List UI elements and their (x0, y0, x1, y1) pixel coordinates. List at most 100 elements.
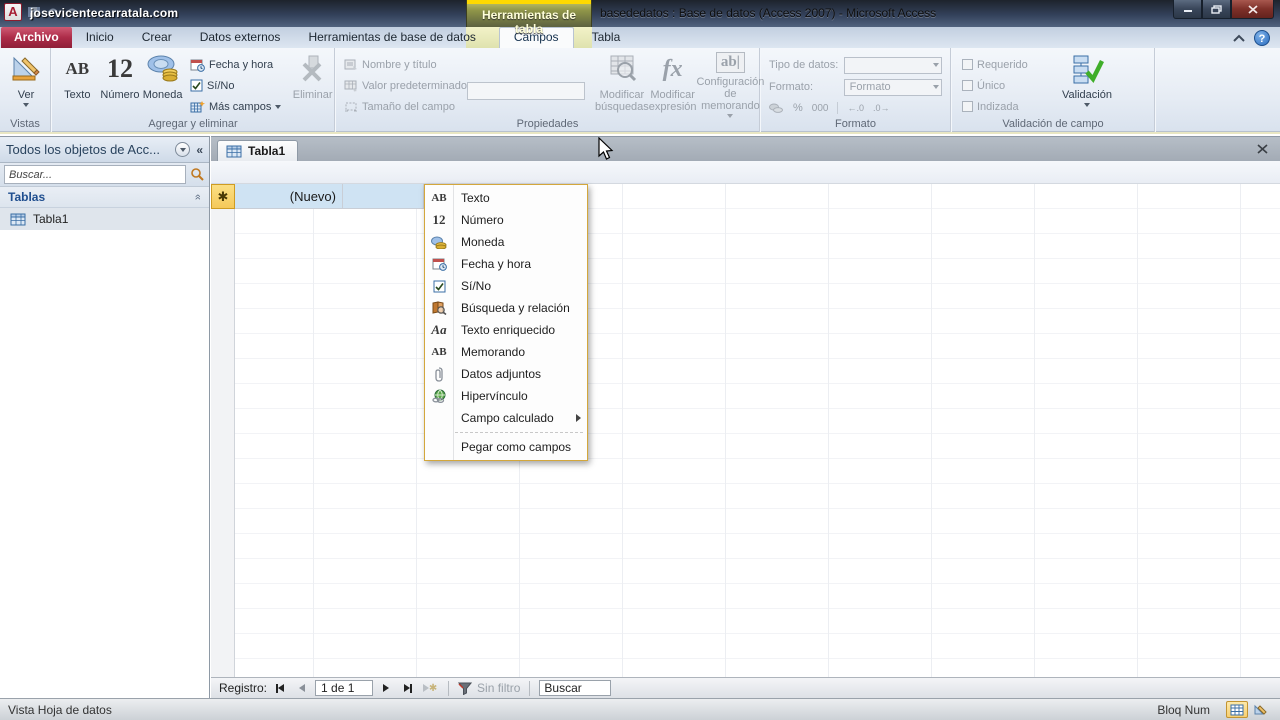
menu-item-datos-adjuntos[interactable]: Datos adjuntos (425, 363, 587, 385)
access-app-icon[interactable]: A (4, 3, 22, 21)
menu-item-texto[interactable]: AB Texto (425, 187, 587, 209)
formato-label: Formato: (769, 81, 814, 93)
checkbox-icon (962, 80, 973, 91)
chevron-up-icon[interactable]: » (192, 194, 204, 200)
validacion-label: Validación (1062, 89, 1112, 101)
previous-record-button[interactable] (293, 680, 311, 696)
menu-item-pegar-como-campos[interactable]: Pegar como campos (425, 436, 587, 458)
navigation-pane: Todos los objetos de Acc... « Tablas » T… (0, 136, 210, 698)
tamano-campo-button[interactable]: Tamaño del campo (344, 96, 467, 117)
increase-decimals-icon[interactable]: ←.0 (847, 103, 864, 113)
menu-item-numero[interactable]: 12 Número (425, 209, 587, 231)
collapse-ribbon-icon[interactable] (1232, 33, 1246, 43)
fecha-hora-button[interactable]: Fecha y hora (190, 54, 281, 75)
menu-item-texto-enriquecido[interactable]: Aa Texto enriquecido (425, 319, 587, 341)
decrease-decimals-icon[interactable]: .0→ (873, 103, 890, 113)
valor-predeterminado-button[interactable]: Valor predeterminado (344, 75, 467, 96)
requerido-checkbox[interactable]: Requerido (962, 54, 1054, 75)
next-record-button[interactable] (377, 680, 395, 696)
number-field-icon: 12 (432, 212, 446, 227)
close-button[interactable] (1231, 0, 1274, 19)
field-size-icon (345, 102, 357, 112)
menu-item-campo-calculado[interactable]: Campo calculado (425, 407, 587, 429)
chevron-down-icon (1084, 103, 1090, 107)
help-icon[interactable]: ? (1254, 30, 1270, 46)
divider (529, 680, 531, 696)
new-record-button[interactable]: ✱ (421, 680, 439, 696)
document-tab-tabla1[interactable]: Tabla1 (217, 140, 299, 161)
nav-search-bar (0, 163, 209, 187)
delete-icon (298, 52, 328, 86)
minimize-button[interactable] (1173, 0, 1202, 19)
nav-item-tabla1[interactable]: Tabla1 (0, 208, 209, 230)
datasheet-grid[interactable] (211, 184, 1280, 677)
group-label-agregar: Agregar y eliminar (148, 118, 238, 130)
contextual-tab-label: Herramientas de tabla (481, 8, 577, 36)
last-record-button[interactable] (399, 680, 417, 696)
navigation-pane-header[interactable]: Todos los objetos de Acc... « (0, 137, 209, 163)
validacion-button[interactable]: Validación (1054, 48, 1120, 114)
numero-label: Número (100, 89, 140, 101)
requerido-label: Requerido (977, 58, 1028, 71)
tab-crear[interactable]: Crear (128, 27, 186, 48)
title-bar: A josevicentecarratala.com Herramientas … (0, 0, 1280, 36)
submenu-arrow-icon (576, 414, 581, 422)
ribbon-tab-row: Archivo Inicio Crear Datos externos Herr… (0, 27, 1280, 48)
formato-combobox[interactable]: Formato (843, 78, 942, 96)
indizada-checkbox[interactable]: Indizada (962, 96, 1054, 117)
shutter-collapse-icon[interactable]: « (196, 143, 203, 157)
modificar-expresion-button[interactable]: fx Modificar expresión (649, 48, 697, 114)
unico-checkbox[interactable]: Único (962, 75, 1054, 96)
menu-item-busqueda-relacion[interactable]: Búsqueda y relación (425, 297, 587, 319)
menu-item-moneda[interactable]: Moneda (425, 231, 587, 253)
tab-inicio[interactable]: Inicio (72, 27, 128, 48)
menu-item-fecha-hora[interactable]: Fecha y hora (425, 253, 587, 275)
texto-button[interactable]: AB Texto (56, 48, 99, 114)
mouse-cursor (598, 137, 614, 160)
moneda-button[interactable]: Moneda (141, 48, 184, 114)
record-search-input[interactable] (539, 680, 612, 696)
tab-datos-externos[interactable]: Datos externos (186, 27, 295, 48)
modificar-busquedas-button[interactable]: Modificar búsquedas (595, 48, 649, 114)
search-icon[interactable] (190, 167, 205, 182)
si-no-button[interactable]: Sí/No (190, 75, 281, 96)
thousands-format-icon[interactable]: 000 (812, 103, 829, 114)
sin-filtro-label: Sin filtro (477, 681, 521, 695)
cell-id-new[interactable]: (Nuevo) (235, 184, 343, 209)
ver-label: Ver (17, 89, 35, 101)
menu-item-si-no[interactable]: Sí/No (425, 275, 587, 297)
tipo-datos-combobox[interactable] (843, 56, 942, 74)
registro-label: Registro: (219, 681, 268, 695)
ver-button[interactable]: Ver (0, 48, 52, 114)
document-tab-label: Tabla1 (248, 144, 286, 158)
restore-button[interactable] (1202, 0, 1231, 19)
document-close-icon[interactable] (1254, 141, 1270, 157)
ribbon: Ver Vistas AB Texto 12 Número Moneda Fec… (0, 48, 1280, 134)
record-position-box[interactable]: 1 de 1 (315, 680, 374, 696)
menu-item-memorando[interactable]: AB Memorando (425, 341, 587, 363)
eliminar-button[interactable]: Eliminar (291, 48, 334, 114)
design-view-button[interactable] (1250, 701, 1272, 718)
status-bar: Vista Hoja de datos Bloq Num (0, 698, 1280, 720)
mas-campos-button[interactable]: Más campos (190, 96, 282, 117)
currency-field-icon (425, 236, 453, 249)
contextual-tab-group: Herramientas de tabla (466, 0, 592, 36)
configuracion-memorando-button[interactable]: ab| Configuración de memorando (696, 48, 764, 118)
nombre-titulo-button[interactable]: Nombre y título (344, 54, 467, 75)
filter-toggle-button[interactable]: Sin filtro (458, 681, 520, 695)
nav-item-label: Tabla1 (33, 212, 69, 226)
first-record-button[interactable] (271, 680, 289, 696)
field-size-input[interactable] (466, 82, 585, 100)
percent-format-icon[interactable]: % (793, 102, 803, 114)
datasheet-view-button[interactable] (1226, 701, 1248, 718)
cell-nombre-new[interactable] (343, 184, 424, 209)
nav-group-tablas[interactable]: Tablas » (0, 187, 209, 208)
nav-search-input[interactable] (4, 165, 186, 184)
chevron-down-icon (23, 103, 29, 107)
new-row-selector[interactable]: ✱ (211, 184, 235, 209)
tab-archivo[interactable]: Archivo (1, 27, 72, 48)
tab-herramientas-bd[interactable]: Herramientas de base de datos (294, 27, 489, 48)
numero-button[interactable]: 12 Número (99, 48, 142, 114)
nav-menu-dropdown-icon[interactable] (175, 142, 191, 157)
menu-item-hipervinculo[interactable]: Hipervínculo (425, 385, 587, 407)
